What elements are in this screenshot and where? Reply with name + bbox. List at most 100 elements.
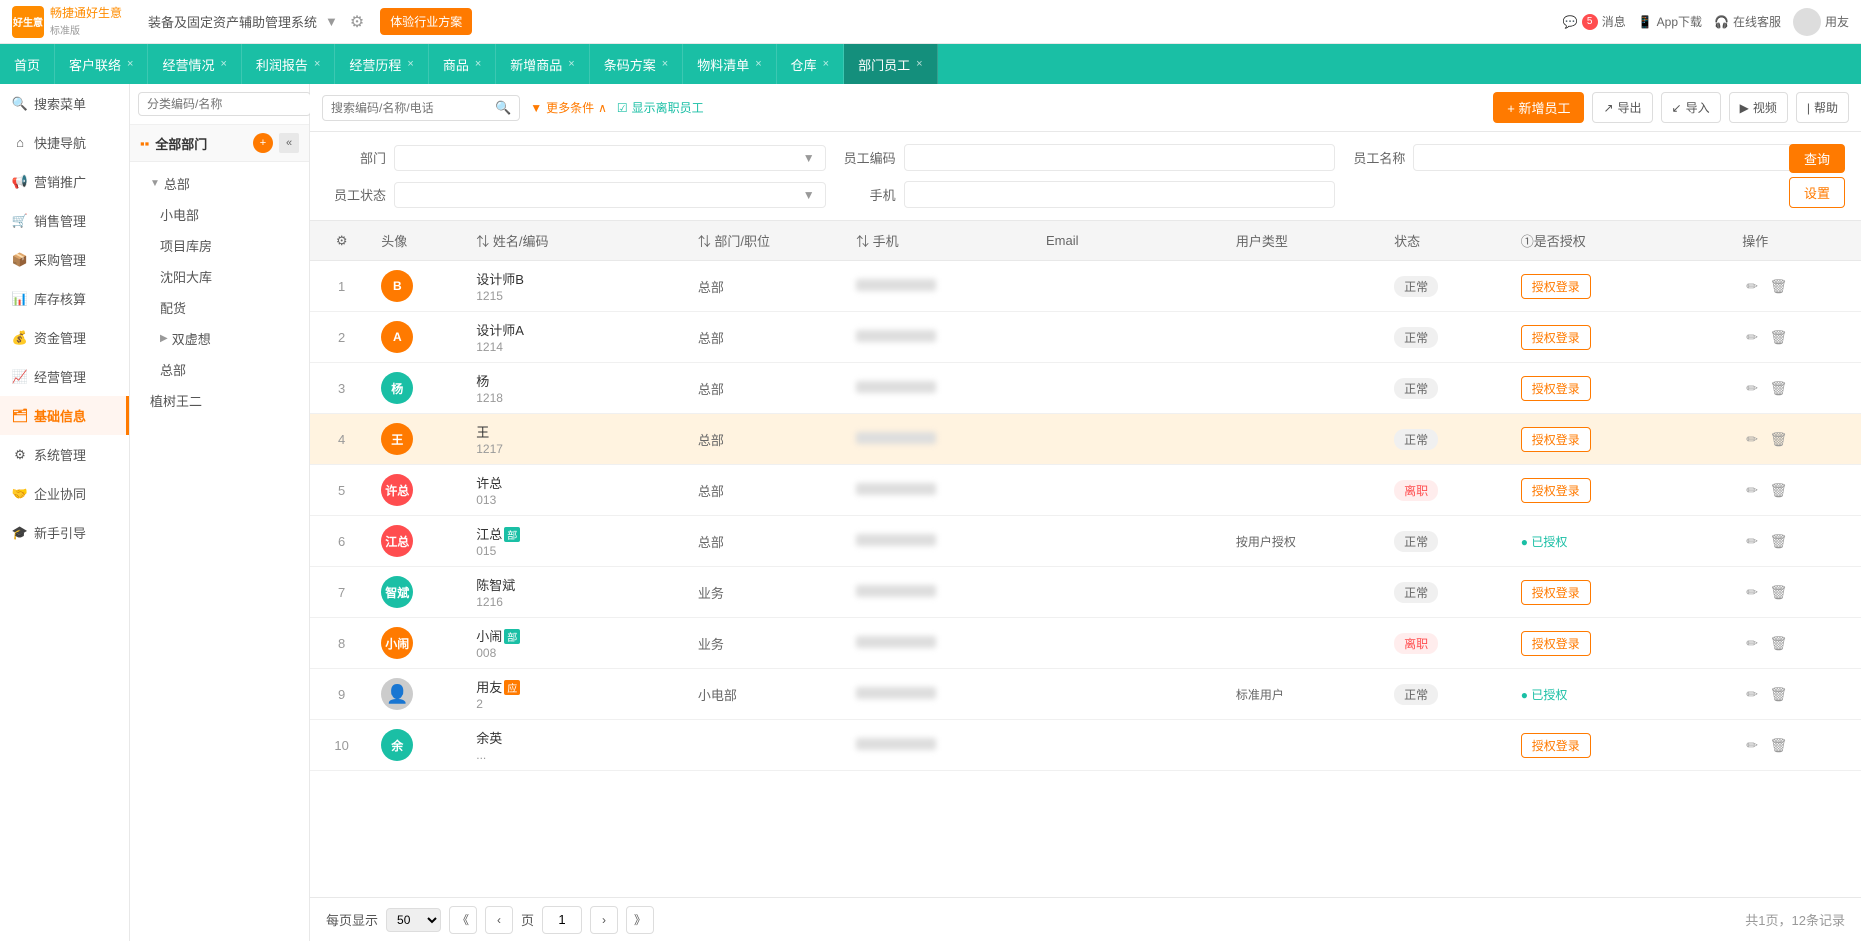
- more-filter-btn[interactable]: ▼ 更多条件 ∧: [530, 99, 607, 116]
- edit-btn[interactable]: ✏: [1742, 327, 1762, 347]
- delete-btn[interactable]: 🗑: [1766, 378, 1792, 398]
- close-icon[interactable]: ×: [568, 58, 574, 70]
- dept-add-btn[interactable]: +: [253, 133, 273, 153]
- dropdown-icon[interactable]: ▼: [325, 14, 338, 29]
- next-page-btn[interactable]: ›: [590, 906, 618, 934]
- sidebar-item-stock[interactable]: 📊 库存核算: [0, 279, 129, 318]
- per-page-select[interactable]: 50 100: [386, 908, 441, 932]
- delete-btn[interactable]: 🗑: [1766, 276, 1792, 296]
- export-btn[interactable]: ↗ 导出: [1592, 92, 1652, 123]
- auth-cell[interactable]: 授权登录: [1513, 720, 1735, 771]
- edit-btn[interactable]: ✏: [1742, 582, 1762, 602]
- tab-goods[interactable]: 商品 ×: [429, 44, 496, 84]
- sidebar-item-basic[interactable]: 🗂 基础信息: [0, 396, 129, 435]
- edit-btn[interactable]: ✏: [1742, 735, 1762, 755]
- auth-cell[interactable]: 授权登录: [1513, 363, 1735, 414]
- dept-node-zhishu[interactable]: 植树王二: [130, 385, 309, 416]
- auth-btn[interactable]: 授权登录: [1521, 580, 1591, 605]
- dept-node-project[interactable]: 项目库房: [130, 230, 309, 261]
- edit-btn[interactable]: ✏: [1742, 276, 1762, 296]
- user-area[interactable]: 用友: [1793, 8, 1849, 36]
- dept-collapse-btn[interactable]: «: [279, 133, 299, 153]
- emp-status-select[interactable]: ▼: [394, 182, 826, 208]
- app-download-btn[interactable]: 📱 App下载: [1638, 13, 1702, 30]
- auth-btn[interactable]: 授权登录: [1521, 478, 1591, 503]
- col-phone[interactable]: ⇅ 手机: [848, 221, 1038, 261]
- sidebar-item-marketing[interactable]: 📢 营销推广: [0, 162, 129, 201]
- settings-icon[interactable]: ⚙: [350, 12, 364, 32]
- tab-barcode[interactable]: 条码方案 ×: [590, 44, 683, 84]
- delete-btn[interactable]: 🗑: [1766, 327, 1792, 347]
- tab-new-goods[interactable]: 新增商品 ×: [496, 44, 589, 84]
- tab-home[interactable]: 首页: [0, 44, 55, 84]
- close-icon[interactable]: ×: [662, 58, 668, 70]
- trial-btn[interactable]: 体验行业方案: [380, 8, 472, 35]
- query-btn[interactable]: 查询: [1789, 144, 1845, 173]
- close-icon[interactable]: ×: [407, 58, 413, 70]
- search-icon[interactable]: 🔍: [495, 100, 511, 116]
- sidebar-item-system[interactable]: ⚙ 系统管理: [0, 435, 129, 474]
- delete-btn[interactable]: 🗑: [1766, 582, 1792, 602]
- delete-btn[interactable]: 🗑: [1766, 735, 1792, 755]
- auth-cell[interactable]: 授权登录: [1513, 312, 1735, 363]
- sidebar-item-finance[interactable]: 💰 资金管理: [0, 318, 129, 357]
- reset-btn[interactable]: 设置: [1789, 177, 1845, 208]
- auth-btn[interactable]: 授权登录: [1521, 376, 1591, 401]
- delete-btn[interactable]: 🗑: [1766, 531, 1792, 551]
- close-icon[interactable]: ×: [755, 58, 761, 70]
- col-dept[interactable]: ⇅ 部门/职位: [690, 221, 848, 261]
- edit-btn[interactable]: ✏: [1742, 531, 1762, 551]
- col-name[interactable]: ⇅ 姓名/编码: [468, 221, 690, 261]
- dept-node-peihuo[interactable]: 配货: [130, 292, 309, 323]
- auth-cell[interactable]: 授权登录: [1513, 618, 1735, 669]
- phone-input[interactable]: [915, 188, 1325, 202]
- sidebar-item-sales[interactable]: 🛒 销售管理: [0, 201, 129, 240]
- sidebar-item-search[interactable]: 🔍 搜索菜单: [0, 84, 129, 123]
- sidebar-item-purchase[interactable]: 📦 采购管理: [0, 240, 129, 279]
- import-btn[interactable]: ↙ 导入: [1661, 92, 1721, 123]
- sidebar-item-management[interactable]: 📈 经营管理: [0, 357, 129, 396]
- close-icon[interactable]: ×: [916, 58, 922, 70]
- add-employee-btn[interactable]: + 新增员工: [1493, 92, 1584, 123]
- delete-btn[interactable]: 🗑: [1766, 684, 1792, 704]
- delete-btn[interactable]: 🗑: [1766, 429, 1792, 449]
- col-settings[interactable]: ⚙: [310, 221, 373, 261]
- edit-btn[interactable]: ✏: [1742, 633, 1762, 653]
- close-icon[interactable]: ×: [823, 58, 829, 70]
- close-icon[interactable]: ×: [475, 58, 481, 70]
- emp-name-input[interactable]: [1424, 151, 1834, 165]
- auth-btn[interactable]: 授权登录: [1521, 325, 1591, 350]
- auth-cell[interactable]: 授权登录: [1513, 261, 1735, 312]
- close-icon[interactable]: ×: [220, 58, 226, 70]
- auth-cell[interactable]: 授权登录: [1513, 567, 1735, 618]
- show-resigned-toggle[interactable]: ☑ 显示离职员工: [617, 99, 704, 116]
- dept-node-zongbu[interactable]: 总部: [130, 354, 309, 385]
- dept-filter-select[interactable]: ▼: [394, 145, 826, 171]
- current-page-input[interactable]: [542, 906, 582, 934]
- message-btn[interactable]: 💬 5 消息: [1563, 13, 1626, 30]
- tab-warehouse[interactable]: 仓库 ×: [777, 44, 844, 84]
- tab-bom[interactable]: 物料清单 ×: [683, 44, 776, 84]
- close-icon[interactable]: ×: [314, 58, 320, 70]
- dept-node-general[interactable]: ▼ 总部: [130, 168, 309, 199]
- delete-btn[interactable]: 🗑: [1766, 480, 1792, 500]
- edit-btn[interactable]: ✏: [1742, 684, 1762, 704]
- first-page-btn[interactable]: 《: [449, 906, 477, 934]
- tab-customer[interactable]: 客户联络 ×: [55, 44, 148, 84]
- prev-page-btn[interactable]: ‹: [485, 906, 513, 934]
- edit-btn[interactable]: ✏: [1742, 480, 1762, 500]
- view-btn[interactable]: ▶ 视频: [1729, 92, 1788, 123]
- tab-operation[interactable]: 经营情况 ×: [148, 44, 241, 84]
- tab-journey[interactable]: 经营历程 ×: [335, 44, 428, 84]
- service-btn[interactable]: 🎧 在线客服: [1714, 13, 1781, 30]
- dept-search-input[interactable]: [138, 92, 311, 116]
- last-page-btn[interactable]: 》: [626, 906, 654, 934]
- tab-profit[interactable]: 利润报告 ×: [242, 44, 335, 84]
- dept-all-label[interactable]: 全部部门: [155, 134, 247, 153]
- sidebar-item-coop[interactable]: 🤝 企业协同: [0, 474, 129, 513]
- search-input[interactable]: [331, 101, 491, 115]
- dept-node-xiaodian[interactable]: 小电部: [130, 199, 309, 230]
- edit-btn[interactable]: ✏: [1742, 429, 1762, 449]
- close-icon[interactable]: ×: [127, 58, 133, 70]
- auth-cell[interactable]: 授权登录: [1513, 465, 1735, 516]
